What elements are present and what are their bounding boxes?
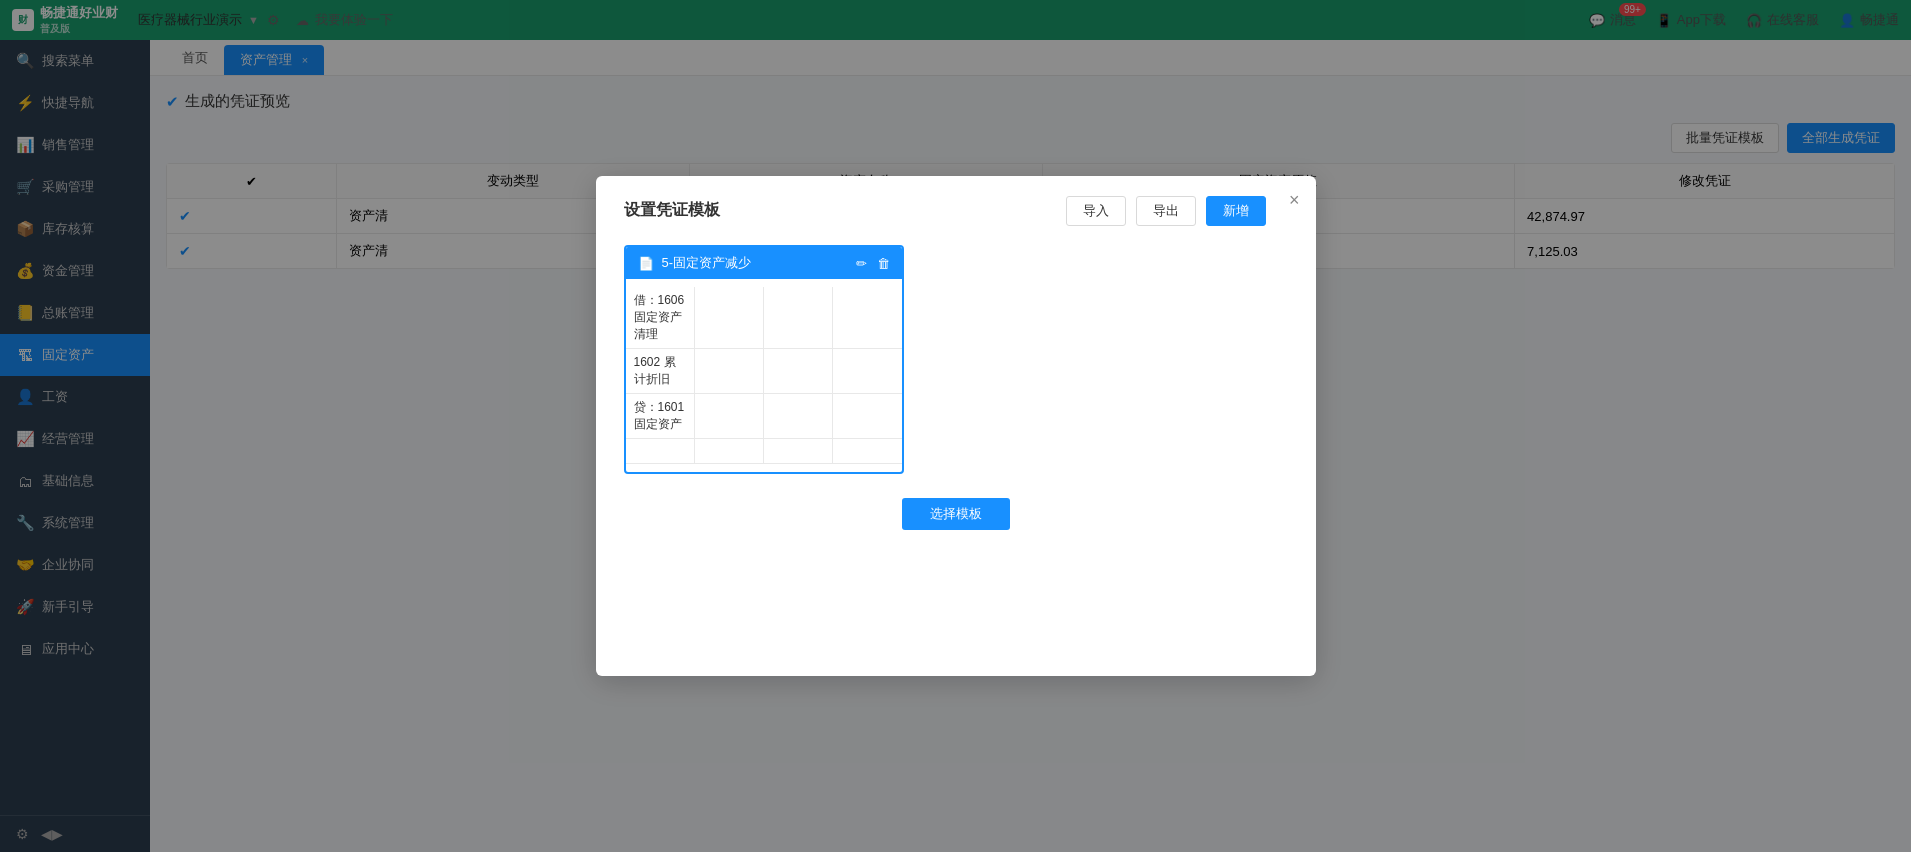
template-row-3 bbox=[626, 439, 902, 464]
import-btn[interactable]: 导入 bbox=[1066, 196, 1126, 226]
template-name: 5-固定资产减少 bbox=[662, 254, 752, 272]
template-cell-1-col2 bbox=[695, 349, 764, 393]
export-btn[interactable]: 导出 bbox=[1136, 196, 1196, 226]
template-header-icons: ✏ 🗑 bbox=[856, 256, 890, 271]
template-header: 📄 5-固定资产减少 ✏ 🗑 bbox=[626, 247, 902, 279]
template-cell-2-col4 bbox=[833, 394, 902, 438]
template-cell-1-col1: 1602 累计折旧 bbox=[626, 349, 695, 393]
template-delete-icon[interactable]: 🗑 bbox=[877, 256, 890, 271]
template-cell-2-col1: 贷：1601 固定资产 bbox=[626, 394, 695, 438]
settings-modal: 设置凭证模板 × 导入 导出 新增 📄 5-固定资产减少 ✏ 🗑 借：1606 … bbox=[596, 176, 1316, 676]
template-cell-1-col4 bbox=[833, 349, 902, 393]
template-row-2: 贷：1601 固定资产 bbox=[626, 394, 902, 439]
select-template-btn[interactable]: 选择模板 bbox=[902, 498, 1010, 530]
template-cell-0-col2 bbox=[695, 287, 764, 348]
template-row-1: 1602 累计折旧 bbox=[626, 349, 902, 394]
modal-actions: 导入 导出 新增 bbox=[1066, 196, 1266, 226]
template-footer: 选择模板 bbox=[624, 498, 1288, 530]
template-cell-0-col1: 借：1606 固定资产清理 bbox=[626, 287, 695, 348]
modal-overlay: 设置凭证模板 × 导入 导出 新增 📄 5-固定资产减少 ✏ 🗑 借：1606 … bbox=[0, 0, 1911, 852]
new-btn[interactable]: 新增 bbox=[1206, 196, 1266, 226]
template-card: 📄 5-固定资产减少 ✏ 🗑 借：1606 固定资产清理 1602 累计折旧贷：… bbox=[624, 245, 904, 474]
template-cell-0-col4 bbox=[833, 287, 902, 348]
template-row-0: 借：1606 固定资产清理 bbox=[626, 287, 902, 349]
template-cell-2-col3 bbox=[764, 394, 833, 438]
template-cell-1-col3 bbox=[764, 349, 833, 393]
template-cell-2-col2 bbox=[695, 394, 764, 438]
template-cell-3-col2 bbox=[695, 439, 764, 463]
modal-close-btn[interactable]: × bbox=[1289, 190, 1300, 211]
template-body: 借：1606 固定资产清理 1602 累计折旧贷：1601 固定资产 bbox=[626, 279, 902, 472]
template-cell-3-col4 bbox=[833, 439, 902, 463]
template-cell-0-col3 bbox=[764, 287, 833, 348]
template-cell-3-col3 bbox=[764, 439, 833, 463]
template-edit-icon[interactable]: ✏ bbox=[856, 256, 867, 271]
template-cell-3-col1 bbox=[626, 439, 695, 463]
template-doc-icon: 📄 bbox=[638, 256, 654, 271]
